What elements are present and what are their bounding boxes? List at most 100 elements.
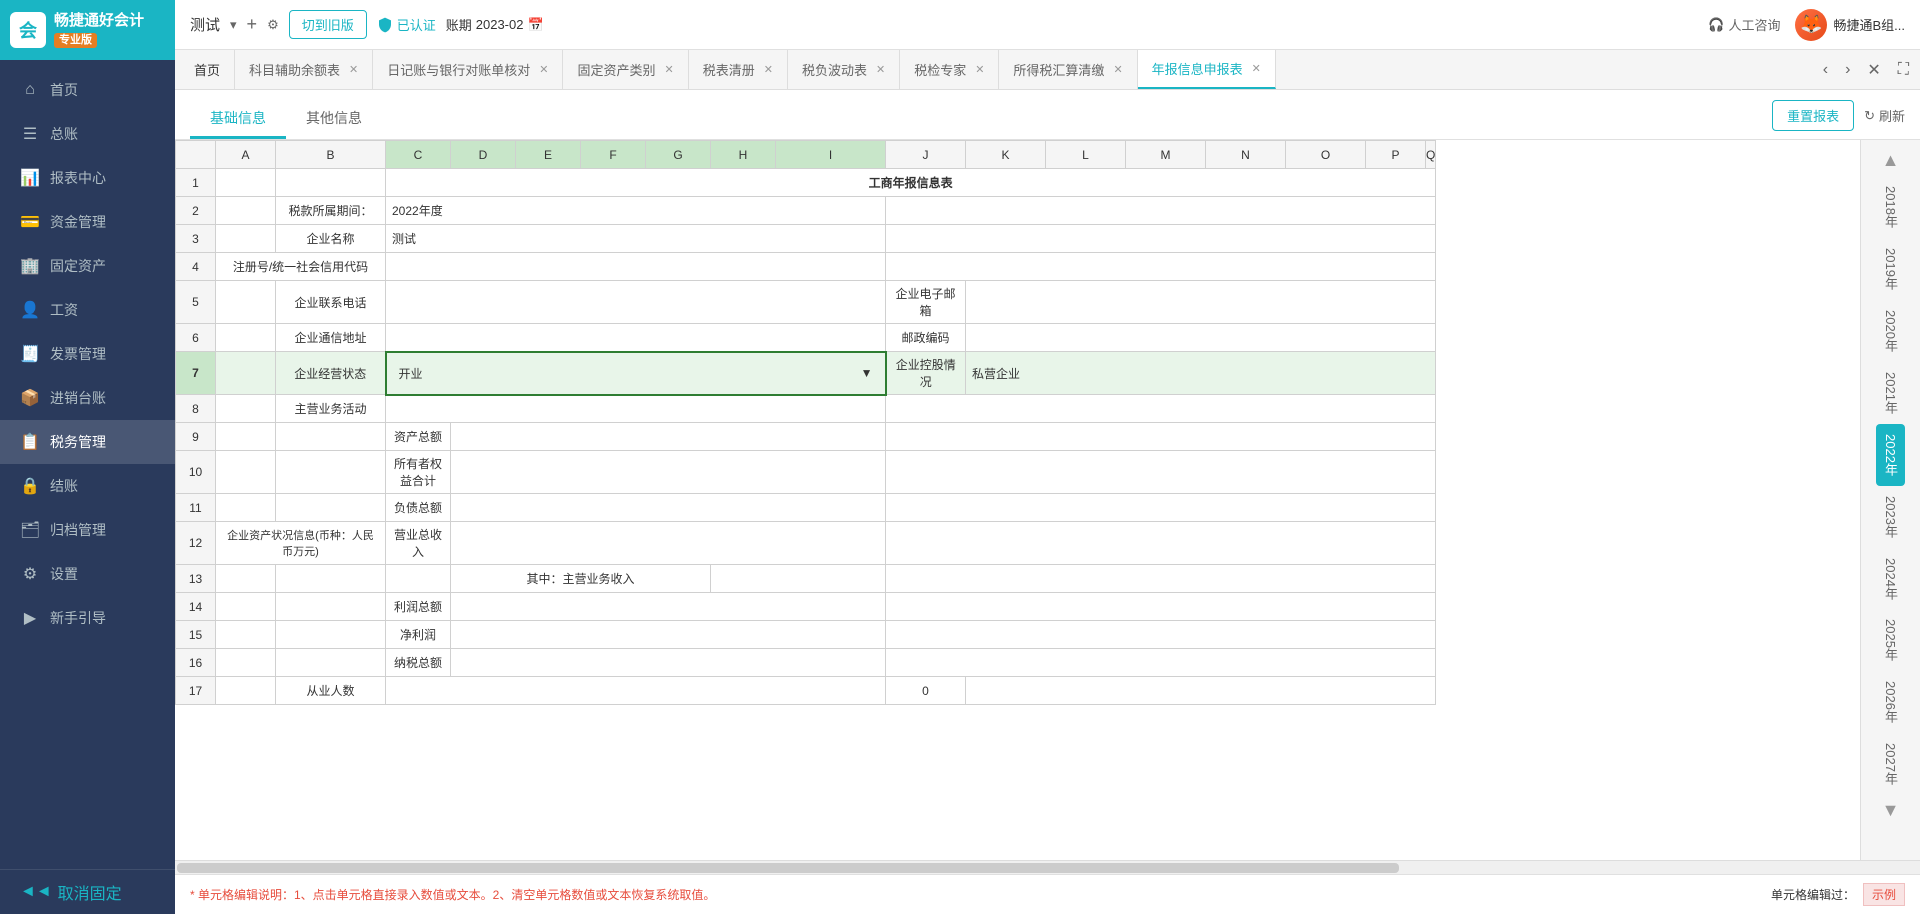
cell-16-D[interactable] (451, 649, 886, 677)
cell-17-K[interactable] (966, 677, 1436, 705)
cell-10-A[interactable] (216, 451, 276, 494)
add-icon[interactable]: + (247, 14, 258, 35)
cell-4-AB[interactable]: 注册号/统一社会信用代码 (216, 253, 386, 281)
sidebar-item-archive[interactable]: 🗂 归档管理 (0, 508, 175, 552)
cell-11-B[interactable] (276, 494, 386, 522)
tab-aux[interactable]: 科目辅助余额表 ✕ (235, 50, 373, 89)
user-menu[interactable]: 🦊 畅捷通B组... (1795, 9, 1905, 41)
cell-6-J[interactable]: 邮政编码 (886, 324, 966, 352)
cell-11-A[interactable] (216, 494, 276, 522)
year-item-2023[interactable]: 2023年 (1876, 486, 1905, 548)
sidebar-item-cashflow[interactable]: 💳 资金管理 (0, 200, 175, 244)
cell-16-A[interactable] (216, 649, 276, 677)
cell-13-B[interactable] (276, 565, 386, 593)
switch-old-button[interactable]: 切到旧版 (289, 10, 367, 39)
cell-10-D[interactable] (451, 451, 886, 494)
cell-17-A[interactable] (216, 677, 276, 705)
subtab-other[interactable]: 其他信息 (286, 100, 382, 139)
cell-6-A[interactable] (216, 324, 276, 352)
reset-button[interactable]: 重置报表 (1772, 100, 1854, 131)
dropdown-arrow-icon[interactable]: ▾ (230, 17, 237, 33)
cell-15-B[interactable] (276, 621, 386, 649)
cell-14-J[interactable] (886, 593, 1436, 621)
cell-5-J[interactable]: 企业电子邮箱 (886, 281, 966, 324)
cell-14-D[interactable] (451, 593, 886, 621)
sidebar-item-salary[interactable]: 👤 工资 (0, 288, 175, 332)
cell-17-J[interactable]: 0 (886, 677, 966, 705)
consult-button[interactable]: 🎧 人工咨询 (1708, 15, 1780, 34)
cell-10-B[interactable] (276, 451, 386, 494)
year-item-2027[interactable]: 2027年 (1876, 733, 1905, 795)
cell-8-B[interactable]: 主营业务活动 (276, 395, 386, 423)
sidebar-item-report[interactable]: 📊 报表中心 (0, 156, 175, 200)
tab-expand-button[interactable]: ⛶ (1892, 57, 1915, 83)
year-item-2025[interactable]: 2025年 (1876, 609, 1905, 671)
tab-annual-report-close[interactable]: ✕ (1252, 62, 1261, 75)
cell-4-J[interactable] (886, 253, 1436, 281)
spreadsheet-wrapper[interactable]: A B C D E F G H I J K L (175, 140, 1860, 860)
year-item-2020[interactable]: 2020年 (1876, 300, 1905, 362)
tab-tax-table-close[interactable]: ✕ (764, 63, 773, 76)
cell-3-A[interactable] (216, 225, 276, 253)
cell-15-D[interactable] (451, 621, 886, 649)
cell-12-C[interactable]: 营业总收入 (386, 522, 451, 565)
cell-14-C[interactable]: 利润总额 (386, 593, 451, 621)
cell-8-C[interactable] (386, 395, 886, 423)
cell-4-C[interactable] (386, 253, 886, 281)
cell-17-B[interactable]: 从业人数 (276, 677, 386, 705)
cell-16-B[interactable] (276, 649, 386, 677)
cell-11-C[interactable]: 负债总额 (386, 494, 451, 522)
tab-assets-type[interactable]: 固定资产类别 ✕ (563, 50, 688, 89)
sidebar-item-ledger[interactable]: ☰ 总账 (0, 112, 175, 156)
cell-1-B[interactable] (276, 169, 386, 197)
cell-13-H[interactable] (711, 565, 886, 593)
sidebar-item-home[interactable]: ⌂ 首页 (0, 68, 175, 112)
tab-tax-check[interactable]: 税检专家 ✕ (900, 50, 999, 89)
tab-prev-button[interactable]: ‹ (1817, 57, 1834, 83)
cell-16-J[interactable] (886, 649, 1436, 677)
year-item-2019[interactable]: 2019年 (1876, 238, 1905, 300)
cell-1-title[interactable]: 工商年报信息表 (386, 169, 1436, 197)
year-item-2026[interactable]: 2026年 (1876, 671, 1905, 733)
year-item-2022[interactable]: 2022年 (1876, 424, 1905, 486)
cell-16-C[interactable]: 纳税总额 (386, 649, 451, 677)
cell-2-B[interactable]: 税款所属期间： (276, 197, 386, 225)
tab-income-tax[interactable]: 所得税汇算清缴 ✕ (999, 50, 1137, 89)
cell-7-C-dropdown[interactable]: 开业 ▼ (386, 352, 886, 395)
cell-15-C[interactable]: 净利润 (386, 621, 451, 649)
cell-13-D[interactable]: 其中：主营业务收入 (451, 565, 711, 593)
cell-13-A[interactable] (216, 565, 276, 593)
cell-2-C[interactable]: 2022年度 (386, 197, 886, 225)
tab-annual-report[interactable]: 年报信息申报表 ✕ (1138, 50, 1276, 89)
cell-12-J[interactable] (886, 522, 1436, 565)
sidebar-item-guide[interactable]: ▶ 新手引导 (0, 596, 175, 640)
tab-journal[interactable]: 日记账与银行对账单核对 ✕ (373, 50, 563, 89)
cell-7-A[interactable] (216, 352, 276, 395)
cell-6-C[interactable] (386, 324, 886, 352)
cell-12-D[interactable] (451, 522, 886, 565)
gear-icon[interactable]: ⚙ (267, 17, 279, 33)
sidebar-item-assets[interactable]: 🏢 固定资产 (0, 244, 175, 288)
tab-journal-close[interactable]: ✕ (539, 63, 548, 76)
cell-7-J[interactable]: 企业控股情况 (886, 352, 966, 395)
tab-tax-check-close[interactable]: ✕ (975, 63, 984, 76)
cell-9-A[interactable] (216, 423, 276, 451)
cell-13-C[interactable] (386, 565, 451, 593)
cell-5-C[interactable] (386, 281, 886, 324)
cell-6-B[interactable]: 企业通信地址 (276, 324, 386, 352)
tab-next-button[interactable]: › (1839, 57, 1856, 83)
tab-home[interactable]: 首页 (180, 50, 235, 89)
tab-tax-wave[interactable]: 税负波动表 ✕ (788, 50, 900, 89)
cell-17-C[interactable] (386, 677, 886, 705)
cell-13-J[interactable] (886, 565, 1436, 593)
year-panel-down[interactable]: ▼ (1877, 795, 1905, 826)
cell-14-A[interactable] (216, 593, 276, 621)
tab-assets-type-close[interactable]: ✕ (665, 63, 674, 76)
cell-8-J[interactable] (886, 395, 1436, 423)
cell-9-D[interactable] (451, 423, 886, 451)
cell-11-D[interactable] (451, 494, 886, 522)
cell-7-K[interactable]: 私营企业 (966, 352, 1436, 395)
cell-15-A[interactable] (216, 621, 276, 649)
cell-15-J[interactable] (886, 621, 1436, 649)
cell-10-J[interactable] (886, 451, 1436, 494)
